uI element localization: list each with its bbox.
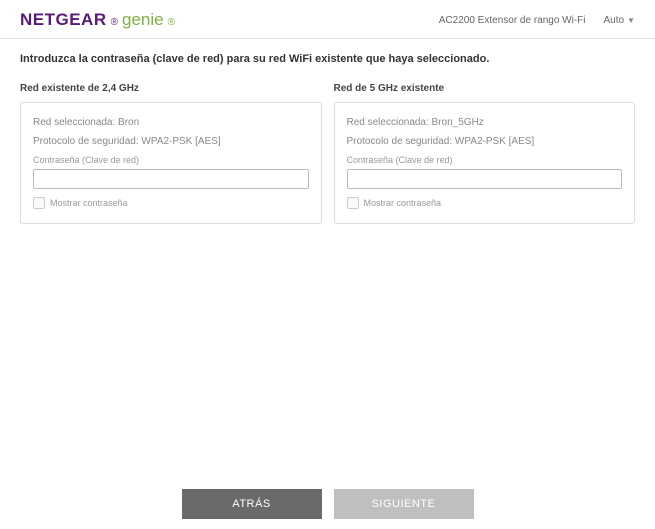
instruction-text: Introduzca la contraseña (clave de red) … bbox=[20, 53, 635, 65]
next-button[interactable]: SIGUIENTE bbox=[334, 489, 474, 519]
language-label: Auto bbox=[604, 15, 625, 26]
show-password-label-24: Mostrar contraseña bbox=[50, 198, 128, 208]
header: NETGEAR ® genie ® AC2200 Extensor de rango… bbox=[0, 0, 655, 39]
footer: ATRÁS SIGUIENTE bbox=[0, 479, 655, 529]
logo-reg: ® bbox=[111, 17, 118, 28]
show-password-checkbox-24[interactable] bbox=[33, 197, 45, 209]
security-protocol-5: Protocolo de seguridad: WPA2-PSK [AES] bbox=[347, 136, 623, 147]
product-name: AC2200 Extensor de rango Wi-Fi bbox=[439, 15, 586, 26]
panel-5ghz: Red de 5 GHz existente Red seleccionada:… bbox=[334, 83, 636, 224]
panel-title-5: Red de 5 GHz existente bbox=[334, 83, 636, 94]
password-label-5: Contraseña (Clave de red) bbox=[347, 155, 623, 165]
panel-box-5: Red seleccionada: Bron_5GHz Protocolo de… bbox=[334, 102, 636, 224]
logo: NETGEAR ® genie ® bbox=[20, 10, 175, 30]
selected-network-5: Red seleccionada: Bron_5GHz bbox=[347, 117, 623, 128]
selected-network-24: Red seleccionada: Bron bbox=[33, 117, 309, 128]
logo-sub: genie bbox=[122, 10, 164, 30]
panels: Red existente de 2,4 GHz Red seleccionad… bbox=[20, 83, 635, 224]
password-label-24: Contraseña (Clave de red) bbox=[33, 155, 309, 165]
content: Introduzca la contraseña (clave de red) … bbox=[0, 39, 655, 238]
show-password-row-5[interactable]: Mostrar contraseña bbox=[347, 197, 623, 209]
chevron-down-icon: ▼ bbox=[627, 16, 635, 25]
panel-box-24: Red seleccionada: Bron Protocolo de segu… bbox=[20, 102, 322, 224]
show-password-label-5: Mostrar contraseña bbox=[364, 198, 442, 208]
header-right: AC2200 Extensor de rango Wi-Fi Auto ▼ bbox=[439, 15, 635, 26]
security-protocol-24: Protocolo de seguridad: WPA2-PSK [AES] bbox=[33, 136, 309, 147]
logo-reg2: ® bbox=[168, 17, 175, 28]
panel-title-24: Red existente de 2,4 GHz bbox=[20, 83, 322, 94]
language-select[interactable]: Auto ▼ bbox=[604, 15, 636, 26]
show-password-row-24[interactable]: Mostrar contraseña bbox=[33, 197, 309, 209]
password-input-24[interactable] bbox=[33, 169, 309, 189]
panel-24ghz: Red existente de 2,4 GHz Red seleccionad… bbox=[20, 83, 322, 224]
password-input-5[interactable] bbox=[347, 169, 623, 189]
back-button[interactable]: ATRÁS bbox=[182, 489, 322, 519]
logo-brand: NETGEAR bbox=[20, 10, 107, 30]
show-password-checkbox-5[interactable] bbox=[347, 197, 359, 209]
